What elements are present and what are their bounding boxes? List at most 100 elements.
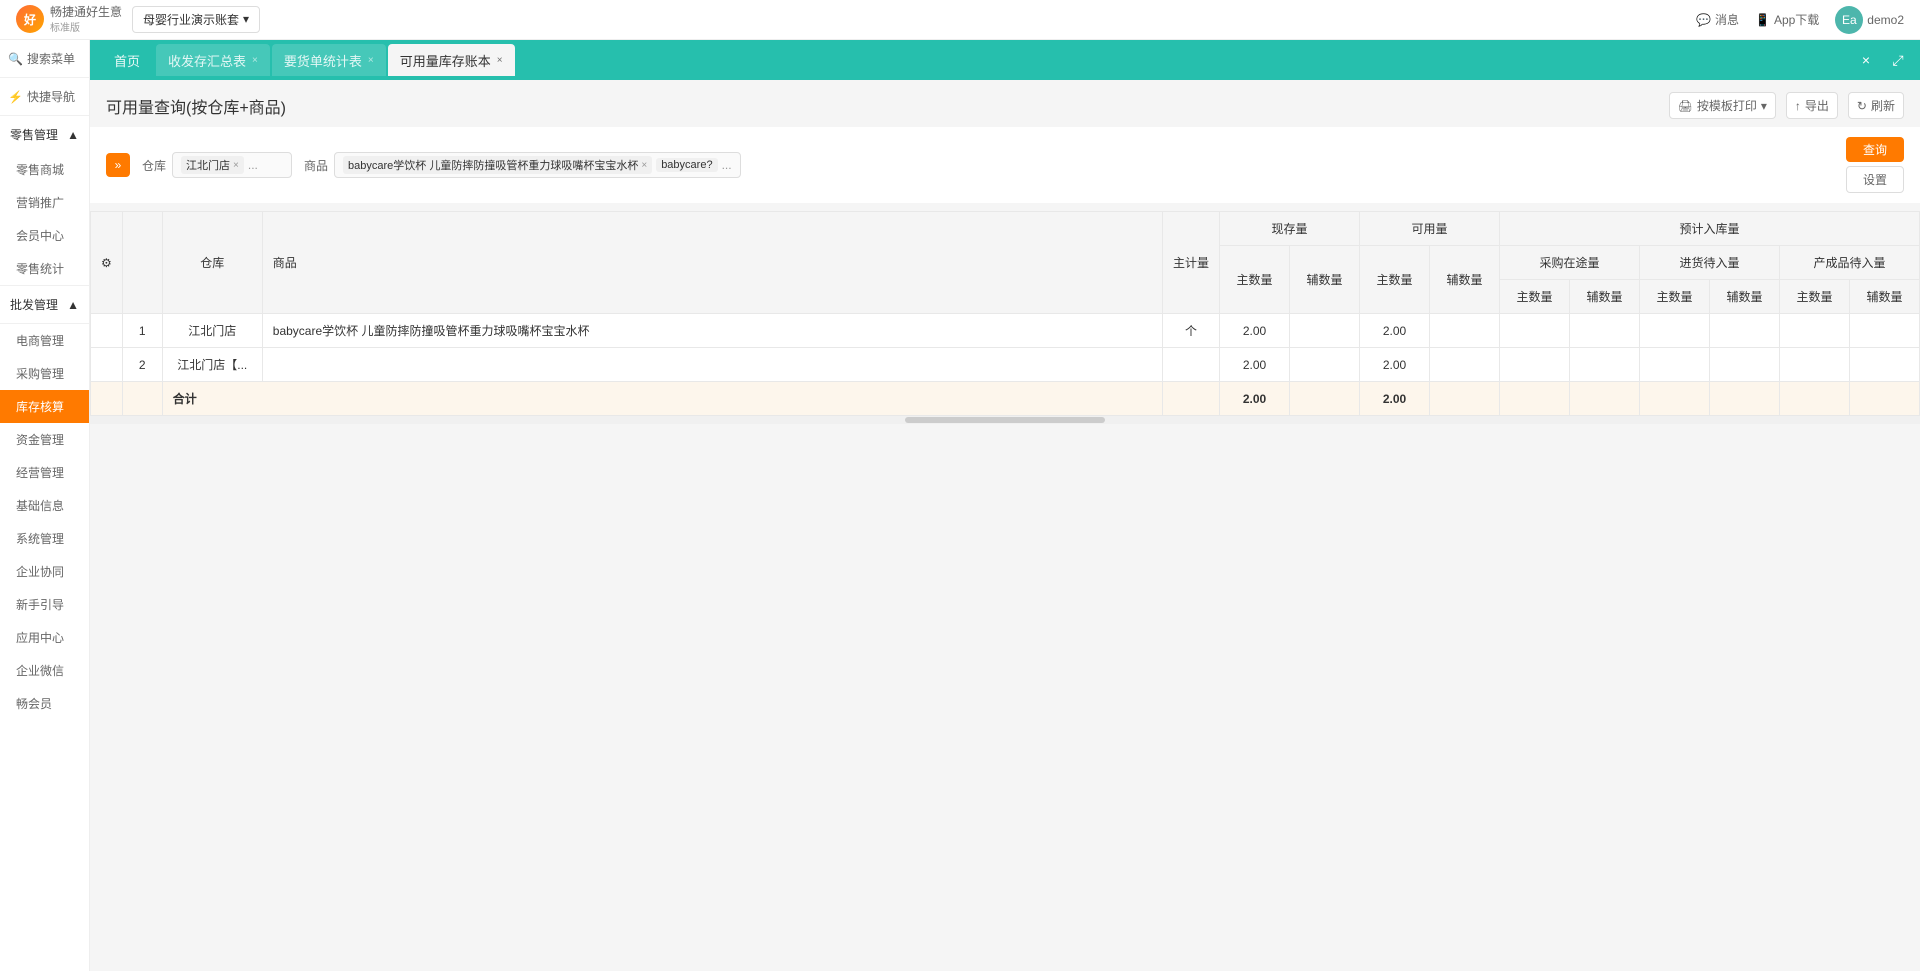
tab-bar-right: × ⤢	[1854, 48, 1910, 72]
print-icon: 🖨	[1678, 99, 1693, 113]
inventory-table: ⚙ 仓库 商品 主计量 现存量 可用量 预计入库量 主数量 辅数量	[90, 211, 1920, 416]
col-production-main-header: 主数量	[1780, 280, 1850, 314]
product-tag1-close[interactable]: ×	[641, 160, 647, 171]
top-bar-right: 💬 消息 📱 App下载 Ea demo2	[1696, 6, 1904, 34]
tab-receive-summary[interactable]: 收发存汇总表 ×	[156, 44, 270, 76]
refresh-label: 刷新	[1871, 97, 1895, 114]
row-current-aux-1	[1290, 348, 1360, 382]
sidebar-item-app-center[interactable]: 应用中心	[0, 621, 89, 654]
refresh-button[interactable]: ↻ 刷新	[1848, 92, 1904, 119]
sidebar-item-system[interactable]: 系统管理	[0, 522, 89, 555]
filter-toggle-button[interactable]: »	[106, 153, 130, 177]
page-header: 可用量查询(按仓库+商品) 🖨 按模板打印 ▾ ↑ 导出 ↻ 刷新	[90, 80, 1920, 127]
row-purchase-aux-1	[1570, 348, 1640, 382]
row-warehouse-0: 江北门店	[162, 314, 262, 348]
print-label: 按模板打印	[1697, 97, 1757, 114]
sidebar-item-mall[interactable]: 零售商城	[0, 153, 89, 186]
warehouse-input[interactable]: 江北门店 × ...	[172, 152, 292, 178]
warehouse-tag: 江北门店 ×	[181, 156, 244, 174]
sidebar-item-wechat[interactable]: 企业微信	[0, 654, 89, 687]
query-button[interactable]: 查询	[1846, 137, 1904, 162]
product-input[interactable]: babycare学饮杯 儿童防摔防撞吸管杯重力球吸嘴杯宝宝水杯 × babyca…	[334, 152, 741, 178]
sidebar-group-wholesale: 批发管理 ▲	[0, 286, 89, 324]
row-production-aux-1	[1850, 348, 1920, 382]
row-no-1: 2	[122, 348, 162, 382]
print-button[interactable]: 🖨 按模板打印 ▾	[1669, 92, 1776, 119]
user-area[interactable]: Ea demo2	[1835, 6, 1904, 34]
sidebar-search[interactable]: 🔍 搜索菜单	[0, 40, 89, 78]
sidebar-item-basic-info[interactable]: 基础信息	[0, 489, 89, 522]
sidebar-item-inventory[interactable]: 库存核算	[0, 390, 89, 423]
row-available-aux-0	[1430, 314, 1500, 348]
close-window-button[interactable]: ×	[1854, 48, 1878, 72]
col-production-header: 产成品待入量	[1780, 246, 1920, 280]
sidebar-group-retail-title[interactable]: 零售管理 ▲	[0, 116, 89, 153]
logo-subtitle: 标准版	[50, 19, 122, 34]
tab-bar-left: 首页 收发存汇总表 × 要货单统计表 × 可用量库存账本 ×	[100, 44, 515, 76]
retail-management-label: 零售管理	[10, 126, 58, 143]
row-unit-1	[1162, 348, 1219, 382]
export-icon: ↑	[1795, 99, 1801, 113]
sidebar-item-marketing[interactable]: 营销推广	[0, 186, 89, 219]
tab-available-label: 可用量库存账本	[400, 51, 491, 70]
warehouse-more[interactable]: ...	[248, 158, 258, 172]
footer-no	[122, 382, 162, 416]
sidebar-item-operations[interactable]: 经营管理	[0, 456, 89, 489]
message-icon: 💬	[1696, 13, 1711, 27]
row-inbound-main-0	[1640, 314, 1710, 348]
footer-purchase-main	[1500, 382, 1570, 416]
wholesale-label: 批发管理	[10, 296, 58, 313]
warehouse-tag-close[interactable]: ×	[233, 160, 239, 171]
footer-available-aux	[1430, 382, 1500, 416]
col-planned-header: 预计入库量	[1500, 212, 1920, 246]
message-action[interactable]: 💬 消息	[1696, 11, 1739, 28]
sidebar-item-member2[interactable]: 畅会员	[0, 687, 89, 720]
col-inbound-header: 进货待入量	[1640, 246, 1780, 280]
row-unit-0: 个	[1162, 314, 1219, 348]
message-label: 消息	[1715, 11, 1739, 28]
tab-available-inventory[interactable]: 可用量库存账本 ×	[388, 44, 515, 76]
expand-window-button[interactable]: ⤢	[1886, 48, 1910, 72]
col-purchase-aux-header: 辅数量	[1570, 280, 1640, 314]
sidebar-item-ecommerce[interactable]: 电商管理	[0, 324, 89, 357]
export-button[interactable]: ↑ 导出	[1786, 92, 1838, 119]
tab-receive-close[interactable]: ×	[252, 55, 258, 66]
tab-order-stats[interactable]: 要货单统计表 ×	[272, 44, 386, 76]
row-production-aux-0	[1850, 314, 1920, 348]
sidebar-group-wholesale-title[interactable]: 批发管理 ▲	[0, 286, 89, 323]
chevron-icon: ▲	[67, 128, 79, 142]
footer-available-main: 2.00	[1360, 382, 1430, 416]
scroll-thumb[interactable]	[905, 417, 1105, 423]
table-footer-row: 合计 2.00 2.00	[91, 382, 1920, 416]
nav-icon: ⚡	[8, 90, 23, 104]
search-icon: 🔍	[8, 52, 23, 66]
tab-available-close[interactable]: ×	[497, 55, 503, 66]
sidebar-item-retail-stats[interactable]: 零售统计	[0, 252, 89, 285]
row-inbound-aux-0	[1710, 314, 1780, 348]
sidebar-item-procurement[interactable]: 采购管理	[0, 357, 89, 390]
footer-settings	[91, 382, 123, 416]
sidebar-item-member[interactable]: 会员中心	[0, 219, 89, 252]
tab-home[interactable]: 首页	[100, 44, 154, 76]
scroll-indicator[interactable]	[90, 416, 1920, 424]
content-area: 首页 收发存汇总表 × 要货单统计表 × 可用量库存账本 × × ⤢	[90, 40, 1920, 971]
row-purchase-aux-0	[1570, 314, 1640, 348]
warehouse-tag-value: 江北门店	[186, 157, 230, 173]
sidebar-quick-nav[interactable]: ⚡ 快捷导航	[0, 78, 89, 116]
industry-selector[interactable]: 母婴行业演示账套 ▾	[132, 6, 260, 33]
sidebar-item-guide[interactable]: 新手引导	[0, 588, 89, 621]
product-tag1-value: babycare学饮杯 儿童防摔防撞吸管杯重力球吸嘴杯宝宝水杯	[348, 157, 638, 173]
col-purchase-main-header: 主数量	[1500, 280, 1570, 314]
row-purchase-main-1	[1500, 348, 1570, 382]
settings-button[interactable]: 设置	[1846, 166, 1904, 193]
industry-label: 母婴行业演示账套	[143, 11, 239, 28]
row-production-main-0	[1780, 314, 1850, 348]
avatar: Ea	[1835, 6, 1863, 34]
sidebar-item-enterprise[interactable]: 企业协同	[0, 555, 89, 588]
product-more[interactable]: ...	[722, 158, 732, 172]
tab-order-close[interactable]: ×	[368, 55, 374, 66]
sidebar-item-finance[interactable]: 资金管理	[0, 423, 89, 456]
app-download-action[interactable]: 📱 App下载	[1755, 11, 1819, 28]
row-purchase-main-0	[1500, 314, 1570, 348]
col-available-main-header: 主数量	[1360, 246, 1430, 314]
